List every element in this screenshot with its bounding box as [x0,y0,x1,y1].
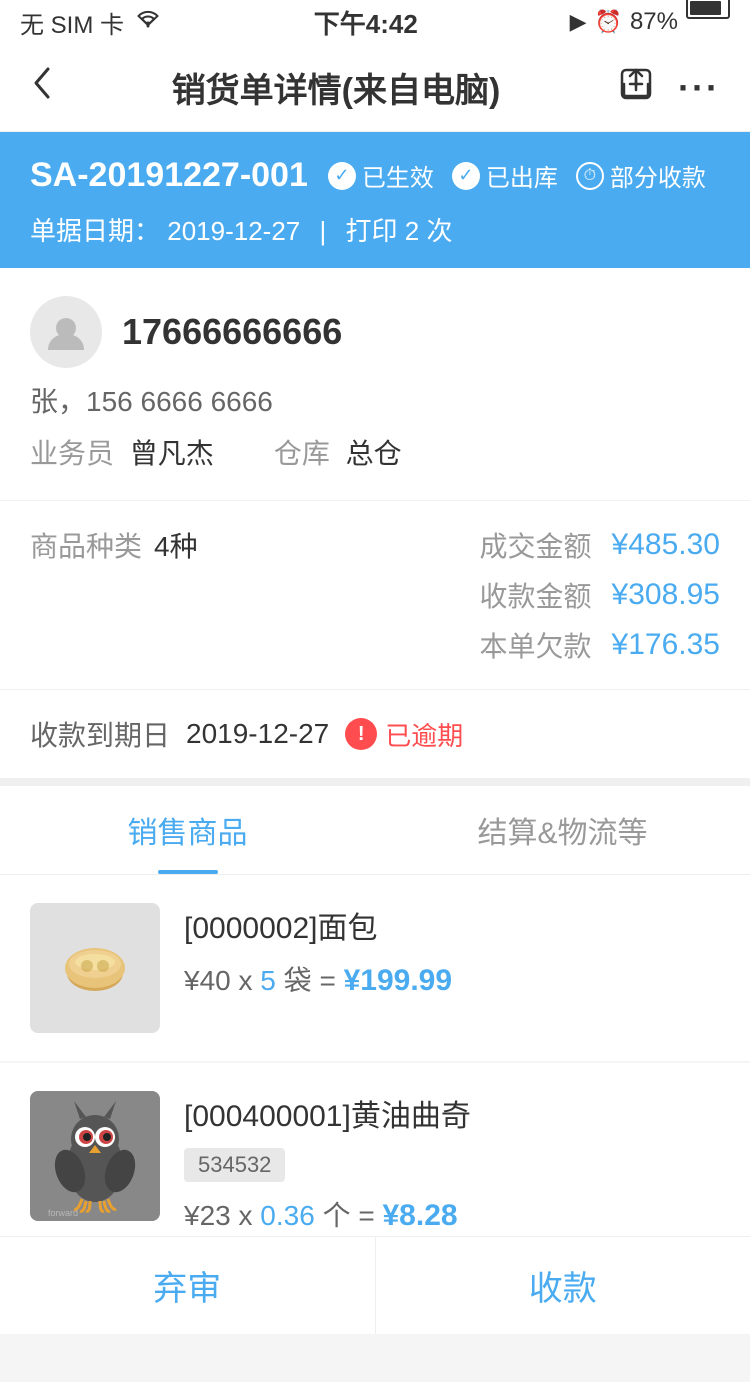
product-kinds: 商品种类 4种 [30,525,198,565]
warehouse-value: 总仓 [346,438,402,469]
check-icon-1: ✓ [328,162,356,190]
due-date-section: 收款到期日 2019-12-27 ! 已逾期 [0,690,750,786]
list-item: [0000002]面包 ¥40 x 5 袋 = ¥199.99 [0,875,750,1061]
battery-percent: 87% [630,8,678,36]
order-header: SA-20191227-001 ✓ 已生效 ✓ 已出库 ⏱ 部分收款 单据日期：… [0,132,750,268]
deal-amount: ¥485.30 [612,528,720,562]
total-price-2: ¥8.28 [383,1199,458,1232]
debt-amount-row: 本单欠款 ¥176.35 [480,625,720,665]
status-time: 下午4:42 [314,4,418,41]
location-icon: ▶ [570,9,587,35]
badge-partial-payment: ⏱ 部分收款 [576,158,706,193]
product-name-2: [000400001]黄油曲奇 [184,1091,720,1135]
alarm-icon: ⏰ [595,9,622,35]
product-thumbnail-1 [30,903,160,1033]
collect-payment-button[interactable]: 收款 [376,1237,750,1334]
battery-icon [686,0,730,47]
quantity-1: 5 [260,965,276,996]
product-price-2: ¥23 x 0.36 个 = ¥8.28 [184,1194,720,1234]
print-separator: | [319,216,326,246]
product-tabs: 销售商品 结算&物流等 [0,786,750,875]
badge-shipped: ✓ 已出库 [452,158,558,193]
received-amount-row: 收款金额 ¥308.95 [480,575,720,615]
nav-actions: ··· [618,66,720,109]
status-badges: ✓ 已生效 ✓ 已出库 ⏱ 部分收款 [328,158,706,193]
tab-sales-products[interactable]: 销售商品 [0,786,375,874]
stats-section: 商品种类 4种 成交金额 ¥485.30 收款金额 ¥308.95 本单欠款 ¥… [0,501,750,690]
more-icon[interactable]: ··· [678,67,720,109]
customer-contact: 张，156 6666 6666 [30,380,720,420]
status-right: ▶ ⏰ 87% [570,0,730,47]
salesperson-value: 曾凡杰 [130,438,214,469]
badge-effective: ✓ 已生效 [328,158,434,193]
wifi-icon [134,8,162,36]
bottom-bar: 弃审 收款 [0,1236,750,1334]
deal-amount-row: 成交金额 ¥485.30 [480,525,720,565]
stats-left: 商品种类 4种 [30,525,198,565]
overdue-icon: ! [345,718,377,750]
warehouse-field: 仓库 总仓 [274,432,402,472]
product-price-1: ¥40 x 5 袋 = ¥199.99 [184,959,720,999]
status-left: 无 SIM 卡 [20,5,162,40]
list-item: forward [000400001]黄油曲奇 534532 ¥23 x 0.3… [0,1063,750,1262]
product-info-2: [000400001]黄油曲奇 534532 ¥23 x 0.36 个 = ¥8… [184,1091,720,1234]
customer-id: 17666666666 [122,311,342,353]
debt-amount: ¥176.35 [612,628,720,662]
total-price-1: ¥199.99 [344,964,452,997]
share-icon[interactable] [618,66,654,109]
check-icon-2: ✓ [452,162,480,190]
customer-section: 17666666666 张，156 6666 6666 业务员 曾凡杰 仓库 总… [0,268,750,501]
tab-settlement[interactable]: 结算&物流等 [375,786,750,874]
order-date-row: 单据日期： 2019-12-27 | 打印 2 次 [30,211,720,248]
product-name-1: [0000002]面包 [184,903,720,947]
stats-right: 成交金额 ¥485.30 收款金额 ¥308.95 本单欠款 ¥176.35 [480,525,720,665]
carrier-label: 无 SIM 卡 [20,5,124,40]
avatar [30,296,102,368]
product-badge: 534532 [184,1148,285,1182]
customer-meta: 业务员 曾凡杰 仓库 总仓 [30,432,720,472]
salesperson-field: 业务员 曾凡杰 [30,432,214,472]
status-bar: 无 SIM 卡 下午4:42 ▶ ⏰ 87% [0,0,750,44]
abandon-review-button[interactable]: 弃审 [0,1237,376,1334]
product-info-1: [0000002]面包 ¥40 x 5 袋 = ¥199.99 [184,903,720,999]
order-id: SA-20191227-001 [30,156,308,195]
product-list: [0000002]面包 ¥40 x 5 袋 = ¥199.99 [0,875,750,1284]
clock-icon: ⏱ [576,162,604,190]
back-button[interactable] [30,63,54,112]
nav-bar: 销货单详情(来自电脑) ··· [0,44,750,132]
svg-text:forward: forward [48,1208,78,1218]
page-title: 销货单详情(来自电脑) [172,63,501,112]
overdue-badge: ! 已逾期 [345,716,463,753]
product-thumbnail-2: forward [30,1091,160,1221]
quantity-2: 0.36 [260,1200,315,1231]
received-amount: ¥308.95 [612,578,720,612]
